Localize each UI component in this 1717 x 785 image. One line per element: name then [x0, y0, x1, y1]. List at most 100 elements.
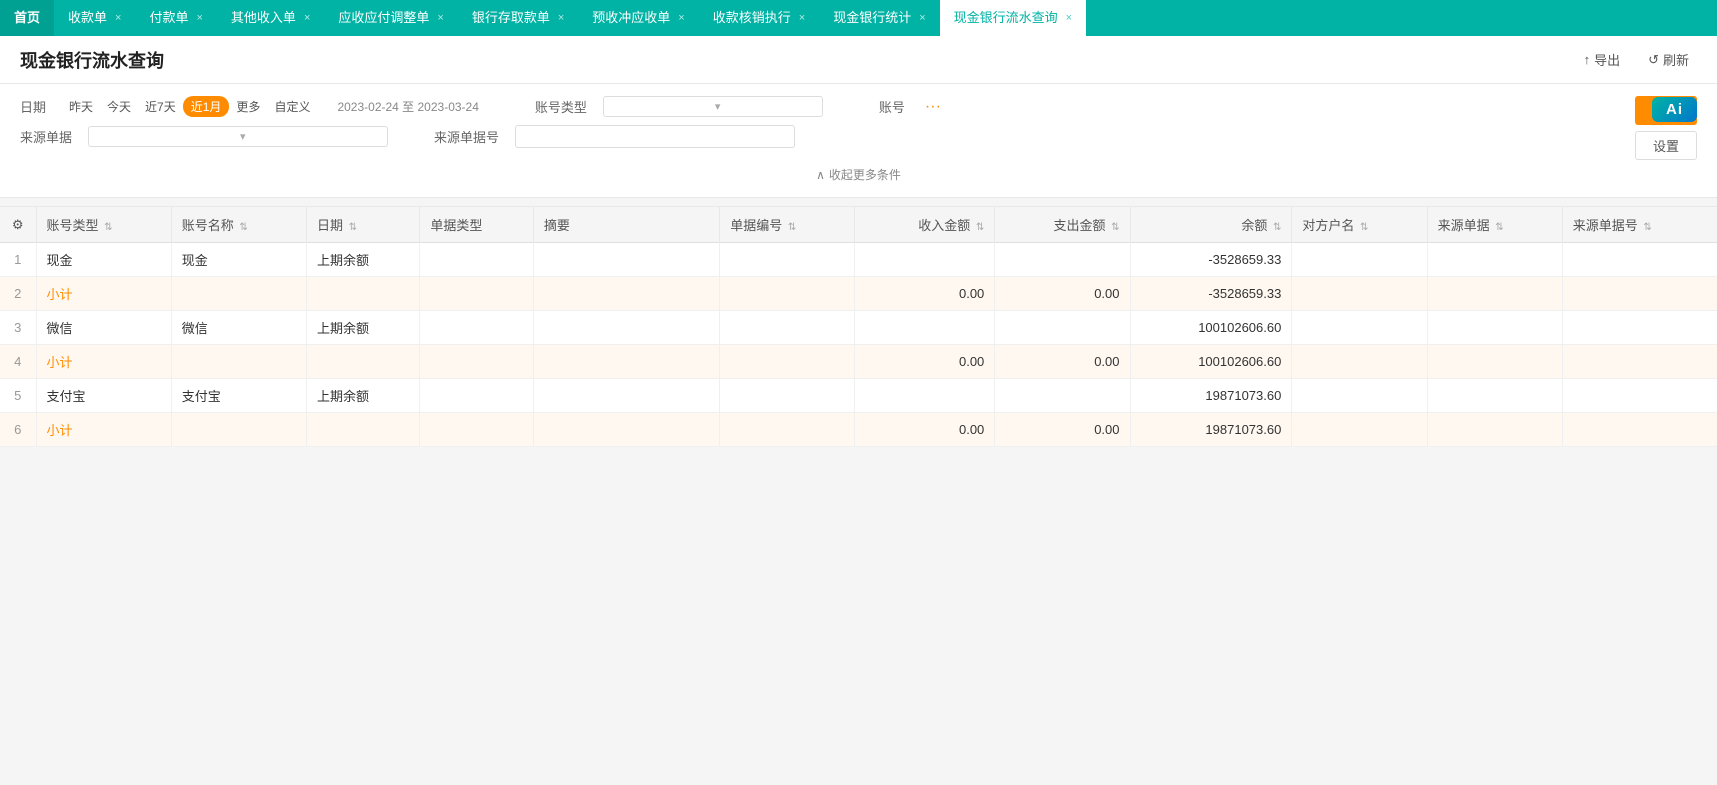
cell-balance: -3528659.33 — [1130, 243, 1292, 277]
last1m-btn[interactable]: 近1月 — [183, 96, 230, 117]
yesterday-btn[interactable]: 昨天 — [62, 96, 100, 117]
cell-summary — [533, 345, 719, 379]
close-icon-6[interactable]: × — [799, 0, 805, 36]
source-doc-arrow: ▾ — [240, 130, 379, 143]
data-table: ⚙ 账号类型 ⇅ 账号名称 ⇅ 日期 ⇅ 单据类型 摘要 — [0, 207, 1717, 447]
cell-source-doc — [1427, 311, 1562, 345]
close-icon-5[interactable]: × — [678, 0, 684, 36]
close-icon-8[interactable]: × — [1066, 0, 1072, 36]
table-row: 2 小计 0.00 0.00 -3528659.33 — [0, 277, 1717, 311]
table-container: ⚙ 账号类型 ⇅ 账号名称 ⇅ 日期 ⇅ 单据类型 摘要 — [0, 206, 1717, 447]
cell-balance: 19871073.60 — [1130, 413, 1292, 447]
cell-summary — [533, 311, 719, 345]
close-icon-1[interactable]: × — [196, 0, 202, 36]
cell-date: 上期余额 — [306, 379, 419, 413]
nav-tab-6[interactable]: 收款核销执行 × — [699, 0, 819, 36]
sort-icon-8: ⇅ — [1111, 222, 1119, 233]
close-icon-7[interactable]: × — [919, 0, 925, 36]
th-settings[interactable]: ⚙ — [0, 207, 36, 243]
cell-account-name — [171, 345, 306, 379]
cell-idx: 6 — [0, 413, 36, 447]
cell-account-type: 现金 — [36, 243, 171, 277]
last7-btn[interactable]: 近7天 — [138, 96, 183, 117]
nav-tab-label-6: 收款核销执行 — [713, 0, 791, 36]
th-account-name[interactable]: 账号名称 ⇅ — [171, 207, 306, 243]
th-source-doc-no[interactable]: 来源单据号 ⇅ — [1562, 207, 1717, 243]
cell-date: 上期余额 — [306, 311, 419, 345]
cell-doc-no — [720, 379, 855, 413]
close-icon-3[interactable]: × — [437, 0, 443, 36]
cell-account-type: 微信 — [36, 311, 171, 345]
cell-source-doc-no — [1562, 243, 1717, 277]
source-doc-no-input[interactable] — [515, 125, 795, 148]
cell-doc-no — [720, 413, 855, 447]
th-date[interactable]: 日期 ⇅ — [306, 207, 419, 243]
close-icon-0[interactable]: × — [115, 0, 121, 36]
th-balance[interactable]: 余额 ⇅ — [1130, 207, 1292, 243]
account-type-arrow: ▾ — [715, 100, 814, 113]
th-source-doc[interactable]: 来源单据 ⇅ — [1427, 207, 1562, 243]
nav-tab-0[interactable]: 收款单 × — [54, 0, 135, 36]
cell-balance: -3528659.33 — [1130, 277, 1292, 311]
th-doc-no[interactable]: 单据编号 ⇅ — [720, 207, 855, 243]
cell-source-doc-no — [1562, 379, 1717, 413]
table-header: ⚙ 账号类型 ⇅ 账号名称 ⇅ 日期 ⇅ 单据类型 摘要 — [0, 207, 1717, 243]
nav-tab-8[interactable]: 现金银行流水查询 × — [940, 0, 1086, 36]
sort-icon-2: ⇅ — [239, 222, 247, 233]
top-nav: 首页 收款单 × 付款单 × 其他收入单 × 应收应付调整单 × 银行存取款单 … — [0, 0, 1717, 36]
nav-tab-7[interactable]: 现金银行统计 × — [819, 0, 939, 36]
source-doc-select[interactable]: ▾ — [88, 126, 388, 147]
account-no-dots[interactable]: ··· — [921, 98, 945, 116]
page-header: 现金银行流水查询 ↑ 导出 ↺ 刷新 — [0, 36, 1717, 84]
nav-tab-5[interactable]: 预收冲应收单 × — [578, 0, 698, 36]
th-income[interactable]: 收入金额 ⇅ — [855, 207, 995, 243]
nav-tab-3[interactable]: 应收应付调整单 × — [324, 0, 457, 36]
export-icon: ↑ — [1584, 52, 1591, 67]
account-type-select[interactable]: ▾ — [603, 96, 823, 117]
cell-source-doc — [1427, 243, 1562, 277]
cell-source-doc-no — [1562, 311, 1717, 345]
cell-doc-no — [720, 243, 855, 277]
close-icon-2[interactable]: × — [304, 0, 310, 36]
filter-area: 日期 昨天 今天 近7天 近1月 更多 自定义 2023-02-24 至 202… — [0, 84, 1717, 198]
nav-tab-4[interactable]: 银行存取款单 × — [458, 0, 578, 36]
th-doc-type: 单据类型 — [420, 207, 533, 243]
settings-button[interactable]: 设置 — [1635, 131, 1697, 160]
nav-tab-label-5: 预收冲应收单 — [592, 0, 670, 36]
cell-expense: 0.00 — [995, 413, 1130, 447]
th-counterpart[interactable]: 对方户名 ⇅ — [1292, 207, 1427, 243]
cell-account-type: 小计 — [36, 277, 171, 311]
cell-summary — [533, 277, 719, 311]
cell-doc-type — [420, 277, 533, 311]
ai-badge[interactable]: Ai — [1652, 97, 1697, 122]
refresh-button[interactable]: ↺ 刷新 — [1640, 46, 1697, 73]
cell-balance: 19871073.60 — [1130, 379, 1292, 413]
cell-counterpart — [1292, 345, 1427, 379]
th-summary: 摘要 — [533, 207, 719, 243]
nav-tab-label-4: 银行存取款单 — [472, 0, 550, 36]
more-btn[interactable]: 更多 — [229, 96, 267, 117]
custom-btn[interactable]: 自定义 — [267, 96, 317, 117]
cell-source-doc-no — [1562, 345, 1717, 379]
cell-summary — [533, 413, 719, 447]
collapse-button[interactable]: ∧ 收起更多条件 — [808, 164, 909, 185]
sort-icon-11: ⇅ — [1495, 222, 1503, 233]
export-label: 导出 — [1594, 50, 1620, 69]
cell-source-doc — [1427, 379, 1562, 413]
cell-doc-type — [420, 345, 533, 379]
cell-source-doc-no — [1562, 277, 1717, 311]
export-button[interactable]: ↑ 导出 — [1576, 46, 1629, 73]
nav-tab-label-8: 现金银行流水查询 — [954, 0, 1058, 36]
nav-tab-label-2: 其他收入单 — [231, 0, 296, 36]
nav-home[interactable]: 首页 — [0, 0, 54, 36]
cell-account-type: 支付宝 — [36, 379, 171, 413]
cell-idx: 5 — [0, 379, 36, 413]
close-icon-4[interactable]: × — [558, 0, 564, 36]
th-expense[interactable]: 支出金额 ⇅ — [995, 207, 1130, 243]
th-account-type[interactable]: 账号类型 ⇅ — [36, 207, 171, 243]
nav-tab-1[interactable]: 付款单 × — [135, 0, 216, 36]
cell-balance: 100102606.60 — [1130, 345, 1292, 379]
today-btn[interactable]: 今天 — [100, 96, 138, 117]
nav-tab-2[interactable]: 其他收入单 × — [217, 0, 324, 36]
nav-tab-label-1: 付款单 — [149, 0, 188, 36]
